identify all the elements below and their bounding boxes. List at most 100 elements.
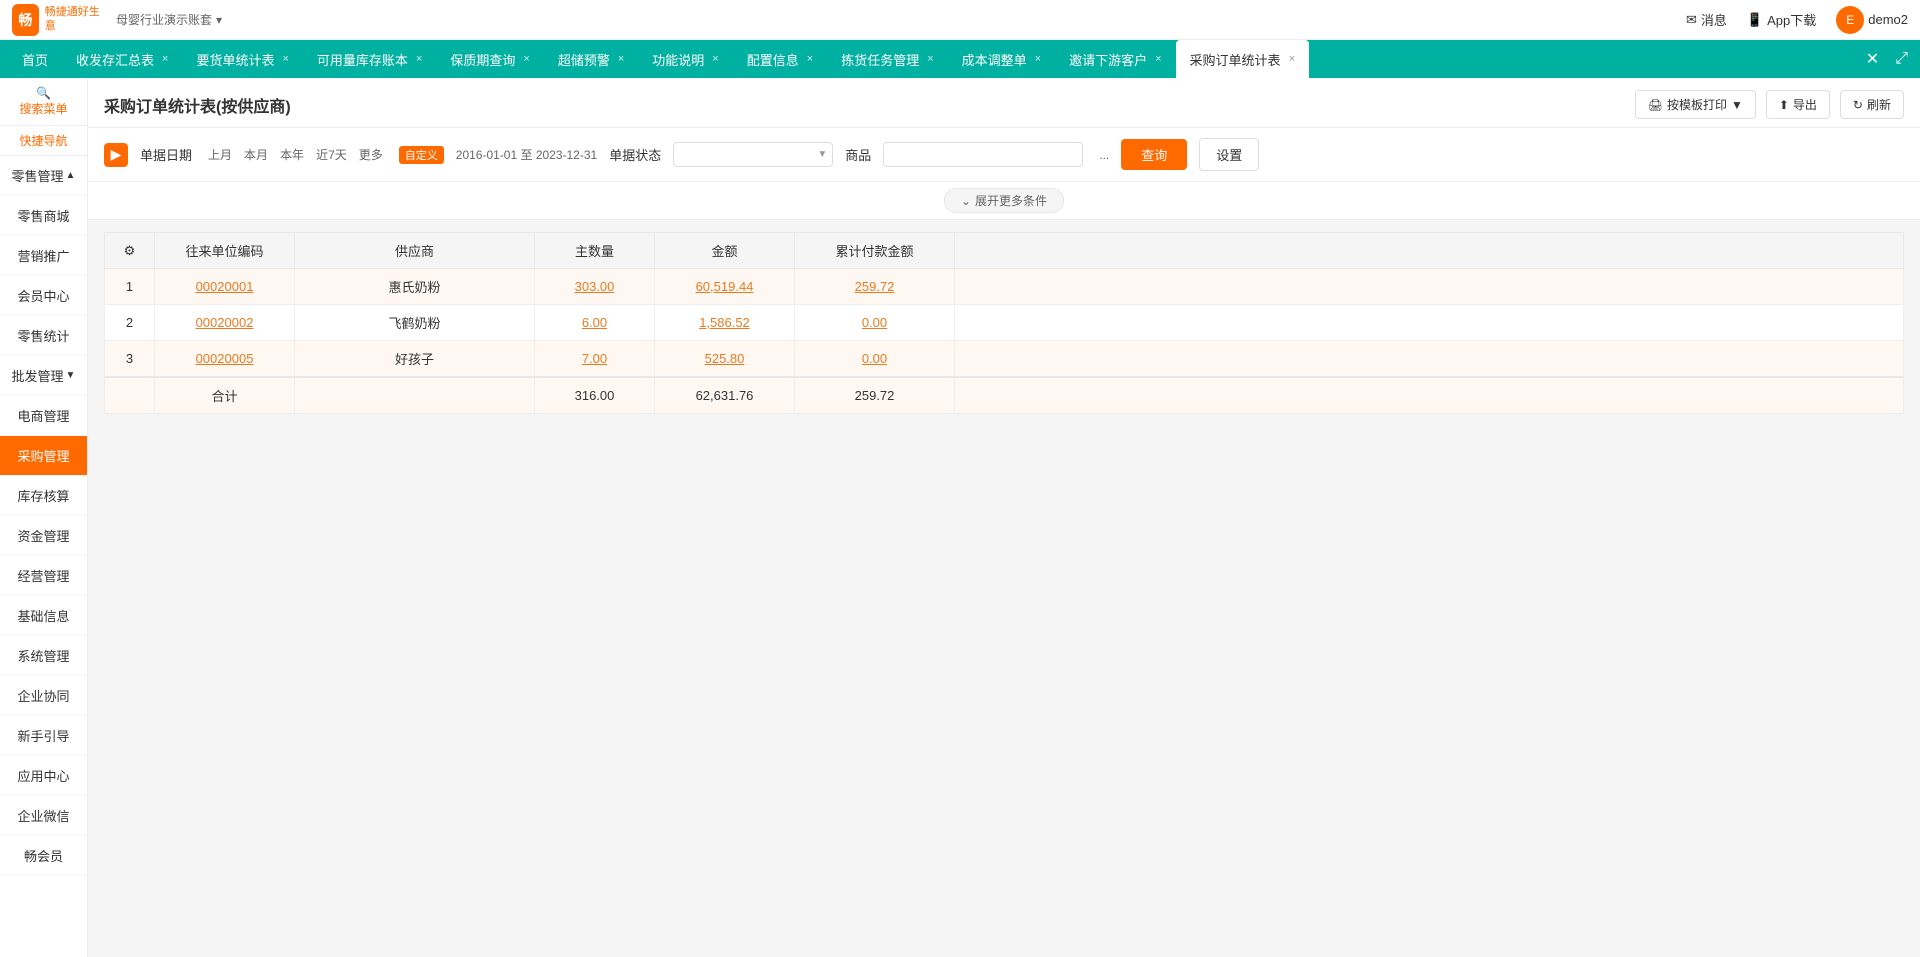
message-btn[interactable]: ✉ 消息 xyxy=(1686,10,1727,29)
query-button[interactable]: 查询 xyxy=(1121,139,1187,170)
close-icon[interactable]: × xyxy=(523,53,529,65)
this-year-btn[interactable]: 本年 xyxy=(276,144,308,165)
print-template-button[interactable]: 🖨 按模板打印 ▼ xyxy=(1635,90,1756,119)
expand-more-btn[interactable]: ⌄ 展开更多条件 xyxy=(944,188,1064,213)
sidebar-item-enterprise-collab[interactable]: 企业协同 xyxy=(0,676,87,716)
custom-date-badge[interactable]: 自定义 xyxy=(399,146,444,164)
close-all-tabs-icon[interactable]: ✕ xyxy=(1862,45,1883,73)
footer-empty-col xyxy=(105,377,155,414)
refresh-button[interactable]: ↻ 刷新 xyxy=(1840,90,1904,119)
tab-order-stats[interactable]: 要货单统计表 × xyxy=(182,40,302,78)
amount-link[interactable]: 1,586.52 xyxy=(699,315,750,330)
goods-label: 商品 xyxy=(845,145,871,164)
sidebar-item-finance[interactable]: 资金管理 xyxy=(0,516,87,556)
sidebar-item-enterprise-wechat[interactable]: 企业微信 xyxy=(0,796,87,836)
table-header-row: ⚙ 往来单位编码 供应商 主数量 金额 xyxy=(105,233,1904,269)
sidebar-item-new-guide[interactable]: 新手引导 xyxy=(0,716,87,756)
close-icon[interactable]: × xyxy=(1035,53,1041,65)
sidebar-item-stock-check[interactable]: 库存核算 xyxy=(0,476,87,516)
tab-label: 拣货任务管理 xyxy=(841,50,919,69)
cell-amount: 525.80 xyxy=(655,341,795,378)
last-month-btn[interactable]: 上月 xyxy=(204,144,236,165)
tab-cost-adjust[interactable]: 成本调整单 × xyxy=(948,40,1055,78)
7days-btn[interactable]: 近7天 xyxy=(312,144,351,165)
close-icon[interactable]: × xyxy=(927,53,933,65)
close-icon[interactable]: × xyxy=(1289,53,1295,65)
sidebar-search[interactable]: 🔍 搜索菜单 xyxy=(0,78,87,126)
close-icon[interactable]: × xyxy=(1155,53,1161,65)
qty-link[interactable]: 7.00 xyxy=(582,351,607,366)
sidebar-item-business-mgmt[interactable]: 经营管理 xyxy=(0,556,87,596)
sidebar-item-chang-member[interactable]: 畅会员 xyxy=(0,836,87,876)
tab-home[interactable]: 首页 xyxy=(8,40,62,78)
close-icon[interactable]: × xyxy=(618,53,624,65)
sidebar-item-basic-info[interactable]: 基础信息 xyxy=(0,596,87,636)
qty-link[interactable]: 6.00 xyxy=(582,315,607,330)
more-filter-icon[interactable]: ... xyxy=(1099,148,1109,162)
amount-link[interactable]: 60,519.44 xyxy=(696,279,754,294)
tab-label: 收发存汇总表 xyxy=(76,50,154,69)
paid-link[interactable]: 0.00 xyxy=(862,351,887,366)
sidebar-item-retail-mgmt[interactable]: 零售管理 ▲ xyxy=(0,156,87,196)
tab-function-desc[interactable]: 功能说明 × xyxy=(638,40,732,78)
sidebar-item-purchase-mgmt[interactable]: 采购管理 xyxy=(0,436,87,476)
sidebar-item-ecommerce[interactable]: 电商管理 xyxy=(0,396,87,436)
sidebar-item-member-center[interactable]: 会员中心 xyxy=(0,276,87,316)
export-icon: ⬆ xyxy=(1779,98,1789,112)
tab-label: 邀请下游客户 xyxy=(1069,50,1147,69)
close-icon[interactable]: × xyxy=(712,53,718,65)
this-month-btn[interactable]: 本月 xyxy=(240,144,272,165)
tab-label: 采购订单统计表 xyxy=(1190,50,1281,69)
close-icon[interactable]: × xyxy=(282,53,288,65)
tab-invite-customer[interactable]: 邀请下游客户 × xyxy=(1055,40,1175,78)
sidebar-label: 新手引导 xyxy=(17,729,69,744)
footer-qty-col: 316.00 xyxy=(535,377,655,414)
qty-link[interactable]: 303.00 xyxy=(575,279,615,294)
tab-warranty-query[interactable]: 保质期查询 × xyxy=(436,40,543,78)
table-body: 1 00020001 惠氏奶粉 303.00 60,519.44 259.72 … xyxy=(105,269,1904,378)
tab-config-info[interactable]: 配置信息 × xyxy=(733,40,827,78)
sidebar-quicknav[interactable]: 快捷导航 xyxy=(0,126,87,156)
tab-available-stock[interactable]: 可用量库存账本 × xyxy=(303,40,436,78)
code-link[interactable]: 00020001 xyxy=(196,279,254,294)
tab-receive-send[interactable]: 收发存汇总表 × xyxy=(62,40,182,78)
sidebar-item-retail-stats[interactable]: 零售统计 xyxy=(0,316,87,356)
tab-overstock-warning[interactable]: 超储预警 × xyxy=(544,40,638,78)
footer-amount: 62,631.76 xyxy=(696,388,754,403)
sidebar-label: 企业微信 xyxy=(17,809,69,824)
paid-link[interactable]: 259.72 xyxy=(855,279,895,294)
sidebar-item-marketing[interactable]: 营销推广 xyxy=(0,236,87,276)
tab-purchase-stats[interactable]: 采购订单统计表 × xyxy=(1176,40,1309,78)
settings-button[interactable]: 设置 xyxy=(1199,138,1259,171)
more-dates-btn[interactable]: 更多 xyxy=(355,144,387,165)
user-area[interactable]: E demo2 xyxy=(1836,6,1908,34)
paid-link[interactable]: 0.00 xyxy=(862,315,887,330)
filter-row: ▶ 单据日期 上月 本月 本年 近7天 更多 自定义 2016-01-01 至 … xyxy=(104,138,1904,171)
amount-link[interactable]: 525.80 xyxy=(705,351,745,366)
close-icon[interactable]: × xyxy=(416,53,422,65)
sidebar-item-system-mgmt[interactable]: 系统管理 xyxy=(0,636,87,676)
cell-qty: 303.00 xyxy=(535,269,655,305)
footer-row: 合计 316.00 62,631.76 259.72 xyxy=(105,377,1904,414)
col-settings-header[interactable]: ⚙ xyxy=(105,233,155,269)
date-range-display: 2016-01-01 至 2023-12-31 xyxy=(456,146,597,163)
chevron-down-icon: ▲ xyxy=(66,170,76,181)
status-select[interactable] xyxy=(673,142,833,167)
expand-label: 展开更多条件 xyxy=(975,192,1047,209)
sidebar-item-retail-shop[interactable]: 零售商城 xyxy=(0,196,87,236)
code-link[interactable]: 00020005 xyxy=(196,351,254,366)
restore-tab-icon[interactable]: ⤢ xyxy=(1891,46,1912,72)
sidebar-item-app-center[interactable]: 应用中心 xyxy=(0,756,87,796)
goods-input[interactable] xyxy=(883,142,1083,167)
workspace-selector[interactable]: 母婴行业演示账套 ▾ xyxy=(116,11,222,28)
filter-toggle-btn[interactable]: ▶ xyxy=(104,143,128,167)
close-icon[interactable]: × xyxy=(807,53,813,65)
app-download-btn[interactable]: 📱 App下载 xyxy=(1747,10,1816,29)
tab-pick-task[interactable]: 拣货任务管理 × xyxy=(827,40,947,78)
export-button[interactable]: ⬆ 导出 xyxy=(1766,90,1830,119)
settings-icon[interactable]: ⚙ xyxy=(124,243,136,258)
code-link[interactable]: 00020002 xyxy=(196,315,254,330)
col-amount-header: 金额 xyxy=(655,233,795,269)
sidebar-item-wholesale-mgmt[interactable]: 批发管理 ▼ xyxy=(0,356,87,396)
close-icon[interactable]: × xyxy=(162,53,168,65)
